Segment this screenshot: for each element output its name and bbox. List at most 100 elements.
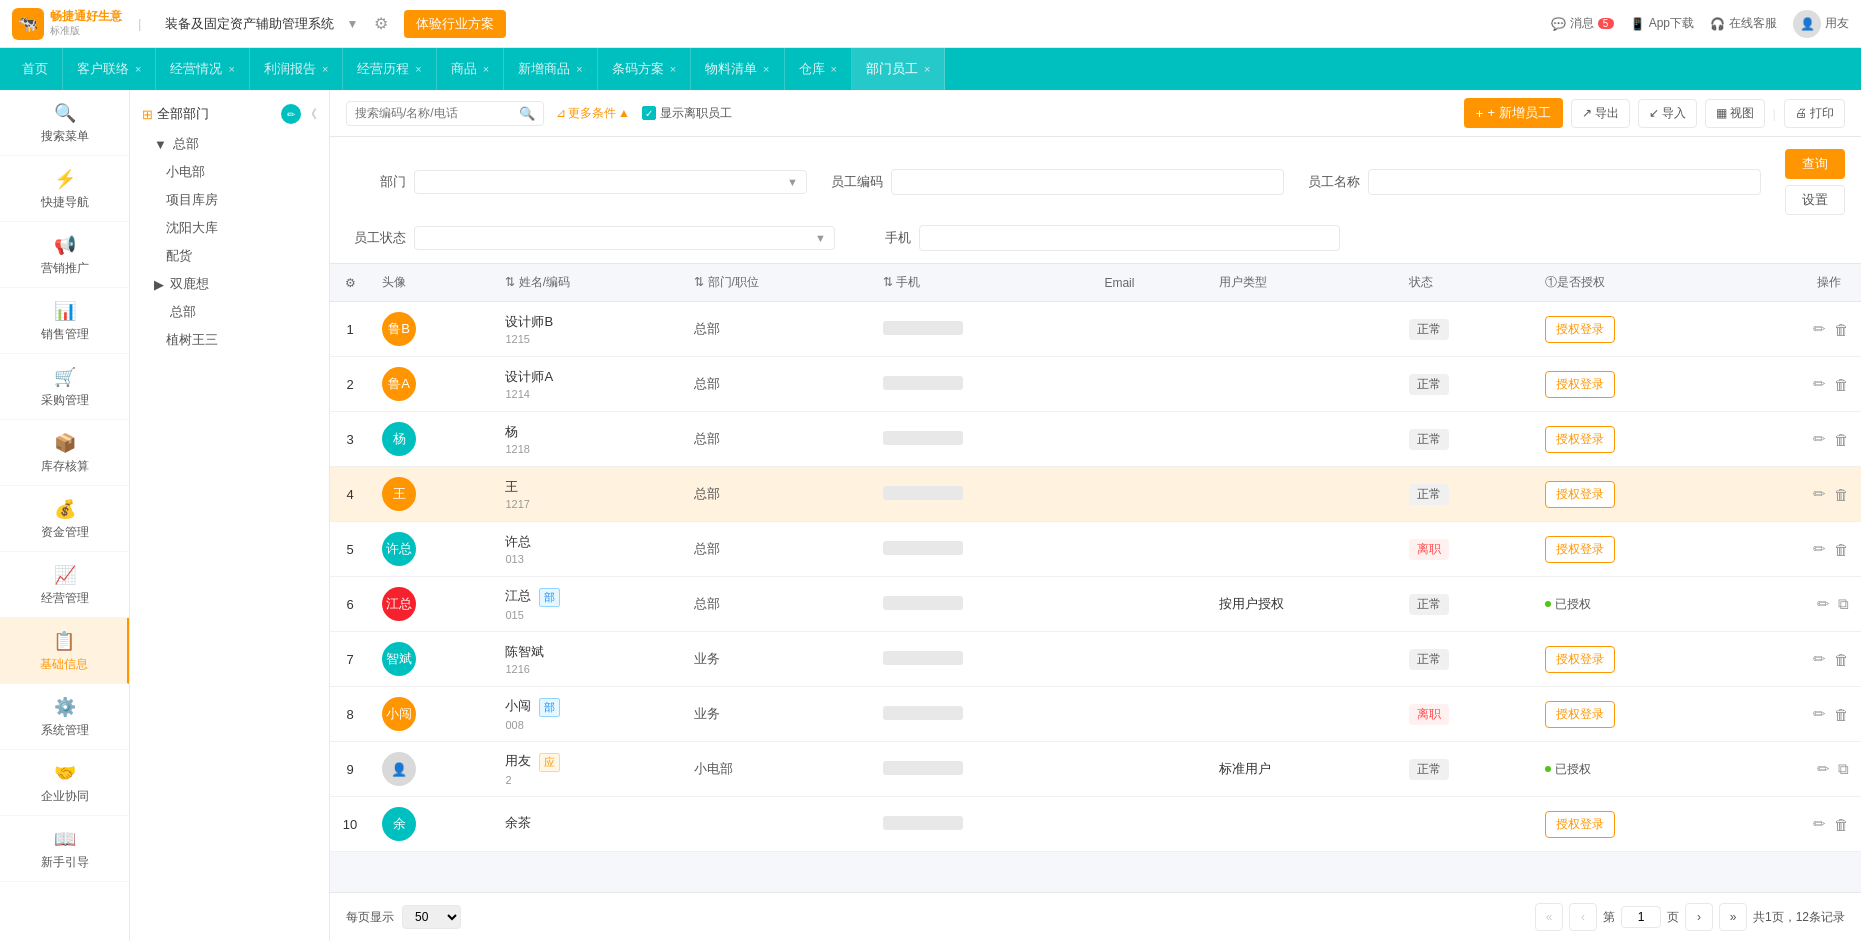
tab-profit[interactable]: 利润报告 × <box>250 48 343 90</box>
search-btn[interactable]: 查询 <box>1785 149 1845 179</box>
close-icon[interactable]: × <box>670 63 676 75</box>
emp-code-input[interactable] <box>891 169 1284 195</box>
next-page-btn[interactable]: › <box>1685 903 1713 931</box>
add-employee-btn[interactable]: + + 新增员工 <box>1464 98 1563 128</box>
sidebar-item-nav[interactable]: ⚡ 快捷导航 <box>0 156 129 222</box>
sidebar-item-sales[interactable]: 📊 销售管理 <box>0 288 129 354</box>
more-conditions-btn[interactable]: ⊿ 更多条件 ▲ <box>556 105 630 122</box>
tab-bom[interactable]: 物料清单 × <box>691 48 784 90</box>
close-icon[interactable]: × <box>228 63 234 75</box>
close-icon[interactable]: × <box>576 63 582 75</box>
export-btn[interactable]: ↗ 导出 <box>1571 99 1630 128</box>
emp-status-select[interactable]: ▼ <box>414 226 835 250</box>
delete-icon[interactable]: 🗑 <box>1834 816 1849 833</box>
dept-select[interactable]: ▼ <box>414 170 807 194</box>
tab-home[interactable]: 首页 <box>8 48 63 90</box>
auth-btn[interactable]: 授权登录 <box>1545 701 1615 728</box>
close-icon[interactable]: × <box>831 63 837 75</box>
emp-name-input[interactable] <box>1368 169 1761 195</box>
search-icon[interactable]: 🔍 <box>519 106 535 121</box>
show-resigned-checkbox[interactable]: ✓ 显示离职员工 <box>642 105 732 122</box>
message-btn[interactable]: 💬 消息 5 <box>1551 15 1614 32</box>
dept-node-project[interactable]: 项目库房 <box>130 186 329 214</box>
auth-btn[interactable]: 授权登录 <box>1545 426 1615 453</box>
last-page-btn[interactable]: » <box>1719 903 1747 931</box>
auth-btn[interactable]: 授权登录 <box>1545 646 1615 673</box>
tab-barcode[interactable]: 条码方案 × <box>598 48 691 90</box>
dept-node-xiaodian[interactable]: 小电部 <box>130 158 329 186</box>
sidebar-item-finance[interactable]: 💰 资金管理 <box>0 486 129 552</box>
sidebar-item-search[interactable]: 🔍 搜索菜单 <box>0 90 129 156</box>
dept-node-zhishu[interactable]: 植树王三 <box>130 326 329 354</box>
sidebar-item-business[interactable]: 📈 经营管理 <box>0 552 129 618</box>
tab-goods[interactable]: 商品 × <box>437 48 504 90</box>
edit-icon[interactable]: ✏ <box>1813 540 1826 558</box>
edit-icon[interactable]: ✏ <box>1817 760 1830 778</box>
delete-icon[interactable]: 🗑 <box>1834 541 1849 558</box>
sidebar-item-guide[interactable]: 📖 新手引导 <box>0 816 129 882</box>
tab-customer[interactable]: 客户联络 × <box>63 48 156 90</box>
phone-input[interactable] <box>919 225 1340 251</box>
dept-edit-btn[interactable]: ✏ <box>281 104 301 124</box>
col-name-code[interactable]: ⇅ 姓名/编码 <box>493 264 682 302</box>
reset-btn[interactable]: 设置 <box>1785 185 1845 215</box>
dept-node-shenyang[interactable]: 沈阳大库 <box>130 214 329 242</box>
settings-icon[interactable]: ⚙ <box>374 14 388 33</box>
edit-icon[interactable]: ✏ <box>1813 485 1826 503</box>
sidebar-item-purchase[interactable]: 🛒 采购管理 <box>0 354 129 420</box>
import-btn[interactable]: ↙ 导入 <box>1638 99 1697 128</box>
dept-collapse-btn[interactable]: 《 <box>305 106 317 123</box>
sidebar-item-collab[interactable]: 🤝 企业协同 <box>0 750 129 816</box>
tab-history[interactable]: 经营历程 × <box>343 48 436 90</box>
experience-btn[interactable]: 体验行业方案 <box>404 10 506 38</box>
tab-dept-employee[interactable]: 部门员工 × <box>852 48 945 90</box>
close-icon[interactable]: × <box>483 63 489 75</box>
search-input[interactable] <box>355 106 515 120</box>
user-area[interactable]: 👤 用友 <box>1793 10 1849 38</box>
dept-node-zongbu-parent[interactable]: ▼ 总部 <box>130 130 329 158</box>
edit-icon[interactable]: ✏ <box>1813 650 1826 668</box>
col-settings[interactable]: ⚙ <box>330 264 370 302</box>
edit-icon[interactable]: ✏ <box>1813 705 1826 723</box>
copy-icon[interactable]: ⧉ <box>1838 760 1849 778</box>
close-icon[interactable]: × <box>322 63 328 75</box>
close-icon[interactable]: × <box>763 63 769 75</box>
col-dept-position[interactable]: ⇅ 部门/职位 <box>682 264 871 302</box>
delete-icon[interactable]: 🗑 <box>1834 376 1849 393</box>
online-service-btn[interactable]: 🎧 在线客服 <box>1710 15 1777 32</box>
close-icon[interactable]: × <box>924 63 930 75</box>
delete-icon[interactable]: 🗑 <box>1834 321 1849 338</box>
dept-node-zongbu[interactable]: 总部 <box>130 298 329 326</box>
edit-icon[interactable]: ✏ <box>1817 595 1830 613</box>
delete-icon[interactable]: 🗑 <box>1834 706 1849 723</box>
sidebar-item-marketing[interactable]: 📢 营销推广 <box>0 222 129 288</box>
edit-icon[interactable]: ✏ <box>1813 430 1826 448</box>
app-download-btn[interactable]: 📱 App下载 <box>1630 15 1694 32</box>
delete-icon[interactable]: 🗑 <box>1834 651 1849 668</box>
delete-icon[interactable]: 🗑 <box>1834 486 1849 503</box>
auth-btn[interactable]: 授权登录 <box>1545 811 1615 838</box>
edit-icon[interactable]: ✏ <box>1813 320 1826 338</box>
tab-operation[interactable]: 经营情况 × <box>156 48 249 90</box>
close-icon[interactable]: × <box>415 63 421 75</box>
sidebar-item-inventory[interactable]: 📦 库存核算 <box>0 420 129 486</box>
page-input[interactable] <box>1621 906 1661 928</box>
auth-btn[interactable]: 授权登录 <box>1545 316 1615 343</box>
edit-icon[interactable]: ✏ <box>1813 815 1826 833</box>
page-size-select[interactable]: 50 100 200 <box>402 905 461 929</box>
sidebar-item-basic[interactable]: 📋 基础信息 <box>0 618 129 684</box>
edit-icon[interactable]: ✏ <box>1813 375 1826 393</box>
prev-page-btn[interactable]: ‹ <box>1569 903 1597 931</box>
delete-icon[interactable]: 🗑 <box>1834 431 1849 448</box>
copy-icon[interactable]: ⧉ <box>1838 595 1849 613</box>
sidebar-item-system[interactable]: ⚙️ 系统管理 <box>0 684 129 750</box>
close-icon[interactable]: × <box>135 63 141 75</box>
col-phone[interactable]: ⇅ 手机 <box>871 264 1092 302</box>
auth-btn[interactable]: 授权登录 <box>1545 481 1615 508</box>
dept-node-peihuo[interactable]: 配货 <box>130 242 329 270</box>
tab-warehouse[interactable]: 仓库 × <box>785 48 852 90</box>
print-btn[interactable]: 🖨 打印 <box>1784 99 1845 128</box>
auth-btn[interactable]: 授权登录 <box>1545 536 1615 563</box>
auth-btn[interactable]: 授权登录 <box>1545 371 1615 398</box>
first-page-btn[interactable]: « <box>1535 903 1563 931</box>
